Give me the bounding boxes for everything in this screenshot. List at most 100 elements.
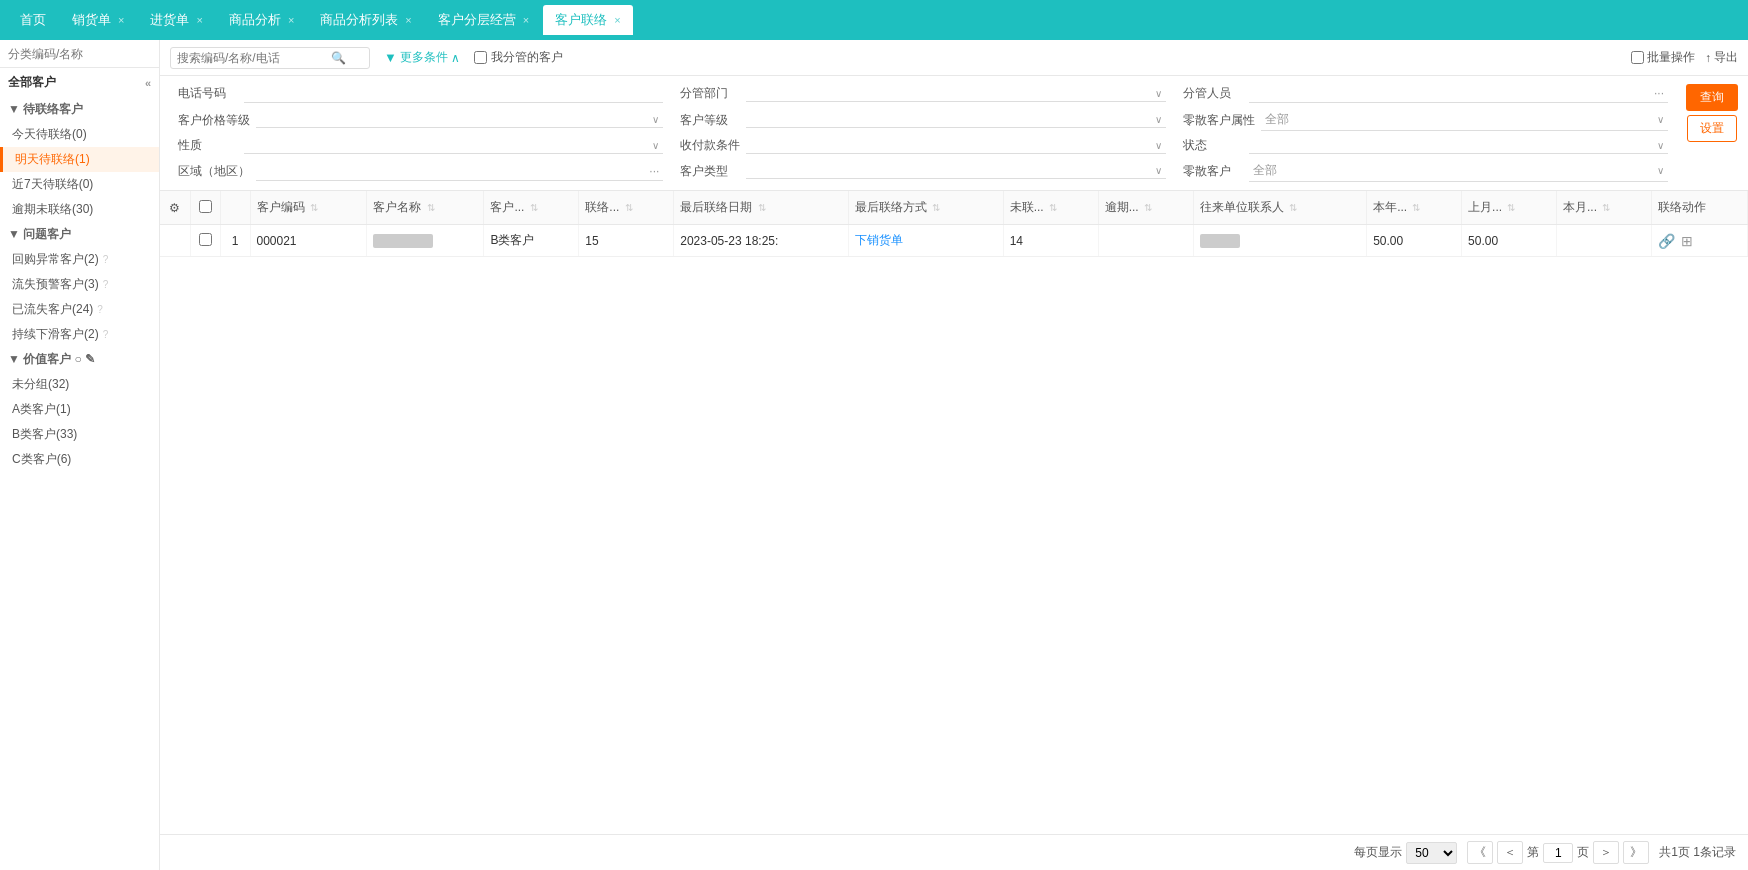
top-navigation: 首页销货单 ×进货单 ×商品分析 ×商品分析列表 ×客户分层经营 ×客户联络 × [0, 0, 1748, 40]
last-page-button[interactable]: 》 [1623, 841, 1649, 864]
sort-customer-code-icon[interactable]: ⇅ [310, 202, 318, 213]
sidebar-item-流失预警客户(3)[interactable]: 流失预警客户(3) ? [0, 272, 159, 297]
filter-label-retail-customer: 零散客户 [1183, 163, 1243, 180]
prev-page-button[interactable]: ＜ [1497, 841, 1523, 864]
filter-label-payment: 收付款条件 [680, 137, 740, 154]
filter-select-status[interactable]: ∨ [1249, 138, 1668, 154]
filter-payment-chevron: ∨ [1155, 140, 1162, 151]
sort-customer-type-icon[interactable]: ⇅ [530, 202, 538, 213]
action-grid-icon[interactable]: ⊞ [1681, 233, 1693, 249]
next-page-button[interactable]: ＞ [1593, 841, 1619, 864]
nav-close-icon[interactable]: × [614, 14, 620, 26]
page-number-input[interactable] [1543, 843, 1573, 863]
filter-row-2: 客户价格等级 ∨ 客户等级 ∨ [170, 109, 1676, 131]
th-customer-name: 客户名称 ⇅ [367, 191, 484, 225]
row-this-month [1557, 225, 1652, 257]
th-last-month: 上月... ⇅ [1462, 191, 1557, 225]
filter-select-payment[interactable]: ∨ [746, 138, 1165, 154]
export-button[interactable]: ↑ 导出 [1705, 49, 1738, 66]
sort-contact-icon[interactable]: ⇅ [625, 202, 633, 213]
nav-item-首页[interactable]: 首页 [8, 5, 58, 35]
per-page-select[interactable]: 50 100 200 [1406, 842, 1457, 864]
row-not-contacted: 14 [1003, 225, 1098, 257]
all-customers-header[interactable]: 全部客户 « [0, 68, 159, 97]
filter-region-dots[interactable]: ··· [649, 164, 659, 178]
filter-cell-retail-attr: 零散客户属性 全部 ∨ [1175, 109, 1676, 131]
th-action: 联络动作 [1651, 191, 1747, 225]
nav-item-商品分析[interactable]: 商品分析 × [217, 5, 306, 35]
sort-overdue-icon[interactable]: ⇅ [1144, 202, 1152, 213]
sidebar-search-input[interactable] [8, 47, 158, 61]
my-customers-checkbox[interactable] [474, 51, 487, 64]
sidebar-item-已流失客户(24)[interactable]: 已流失客户(24) ? [0, 297, 159, 322]
sidebar-collapse-icon: « [145, 77, 151, 89]
filter-cell-nature: 性质 ∨ [170, 137, 672, 154]
filter-cell-status: 状态 ∨ [1175, 137, 1676, 154]
nav-close-icon[interactable]: × [405, 14, 411, 26]
th-customer-code: 客户编码 ⇅ [250, 191, 367, 225]
filter-select-person[interactable]: ··· [1249, 84, 1668, 103]
nav-close-icon[interactable]: × [118, 14, 124, 26]
help-icon: ? [97, 304, 103, 315]
nav-close-icon[interactable]: × [288, 14, 294, 26]
my-customers-checkbox-area[interactable]: 我分管的客户 [474, 49, 563, 66]
sort-last-contact-method-icon[interactable]: ⇅ [932, 202, 940, 213]
nav-item-商品分析列表[interactable]: 商品分析列表 × [308, 5, 423, 35]
sidebar-item-回购异常客户(2)[interactable]: 回购异常客户(2) ? [0, 247, 159, 272]
sidebar-item-今天待联络(0)[interactable]: 今天待联络(0) [0, 122, 159, 147]
sidebar-item-A类客户(1)[interactable]: A类客户(1) [0, 397, 159, 422]
main-search-button[interactable]: 🔍 [331, 51, 346, 65]
filter-label-phone: 电话号码 [178, 85, 238, 102]
sort-customer-name-icon[interactable]: ⇅ [427, 202, 435, 213]
filter-customer-grade-chevron: ∨ [1155, 114, 1162, 125]
filter-input-phone[interactable] [244, 84, 663, 103]
sort-not-contacted-icon[interactable]: ⇅ [1049, 202, 1057, 213]
footer-navigation: 《 ＜ 第 页 ＞ 》 [1467, 841, 1649, 864]
sidebar-item-C类客户(6)[interactable]: C类客户(6) [0, 447, 159, 472]
nav-close-icon[interactable]: × [196, 14, 202, 26]
more-conditions-button[interactable]: ▼ 更多条件 ∧ [378, 46, 466, 69]
filter-select-nature[interactable]: ∨ [244, 138, 663, 154]
nav-item-客户联络[interactable]: 客户联络 × [543, 5, 632, 35]
action-link-icon[interactable]: 🔗 [1658, 233, 1675, 249]
filter-select-customer-grade[interactable]: ∨ [746, 112, 1165, 128]
filter-select-retail-attr[interactable]: 全部 ∨ [1261, 109, 1668, 131]
filter-select-dept[interactable]: ∨ [746, 86, 1165, 102]
batch-op-label: 批量操作 [1647, 49, 1695, 66]
row-this-year: 50.00 [1367, 225, 1462, 257]
settings-button[interactable]: 设置 [1687, 115, 1737, 142]
filter-select-customer-type[interactable]: ∨ [746, 163, 1165, 179]
main-search-input[interactable] [177, 51, 327, 65]
sidebar-item-近7天待联络(0)[interactable]: 近7天待联络(0) [0, 172, 159, 197]
first-page-button[interactable]: 《 [1467, 841, 1493, 864]
nav-item-销货单[interactable]: 销货单 × [60, 5, 136, 35]
sidebar-item-逾期未联络(30)[interactable]: 逾期未联络(30) [0, 197, 159, 222]
th-last-contact-method: 最后联络方式 ⇅ [849, 191, 1004, 225]
filter-person-dots[interactable]: ··· [1654, 86, 1664, 100]
batch-op-checkbox[interactable] [1631, 51, 1644, 64]
sidebar-item-未分组(32)[interactable]: 未分组(32) [0, 372, 159, 397]
query-button[interactable]: 查询 [1686, 84, 1738, 111]
sidebar-item-明天待联络(1)[interactable]: 明天待联络(1) [0, 147, 159, 172]
nav-item-进货单[interactable]: 进货单 × [138, 5, 214, 35]
select-all-checkbox[interactable] [199, 200, 212, 213]
sort-unit-contact-icon[interactable]: ⇅ [1289, 202, 1297, 213]
batch-operation-area[interactable]: 批量操作 [1631, 49, 1695, 66]
filter-select-region[interactable]: ··· [256, 162, 663, 181]
row-checkbox[interactable] [199, 233, 212, 246]
filter-cell-payment: 收付款条件 ∨ [672, 137, 1174, 154]
sort-last-month-icon[interactable]: ⇅ [1507, 202, 1515, 213]
nav-close-icon[interactable]: × [523, 14, 529, 26]
last-contact-method-link[interactable]: 下销货单 [855, 233, 903, 247]
sort-this-year-icon[interactable]: ⇅ [1412, 202, 1420, 213]
sort-last-contact-date-icon[interactable]: ⇅ [758, 202, 766, 213]
toolbar: 🔍 ▼ 更多条件 ∧ 我分管的客户 批量操作 ↑ 导出 [160, 40, 1748, 76]
sidebar-item-B类客户(33)[interactable]: B类客户(33) [0, 422, 159, 447]
row-customer-type: B类客户 [484, 225, 579, 257]
nav-item-客户分层经营[interactable]: 客户分层经营 × [426, 5, 541, 35]
filter-select-retail-customer[interactable]: 全部 ∨ [1249, 160, 1668, 182]
sidebar-item-持续下滑客户(2)[interactable]: 持续下滑客户(2) ? [0, 322, 159, 347]
filter-select-price-grade[interactable]: ∨ [256, 112, 663, 128]
sort-this-month-icon[interactable]: ⇅ [1602, 202, 1610, 213]
th-settings[interactable]: ⚙ [160, 191, 190, 225]
